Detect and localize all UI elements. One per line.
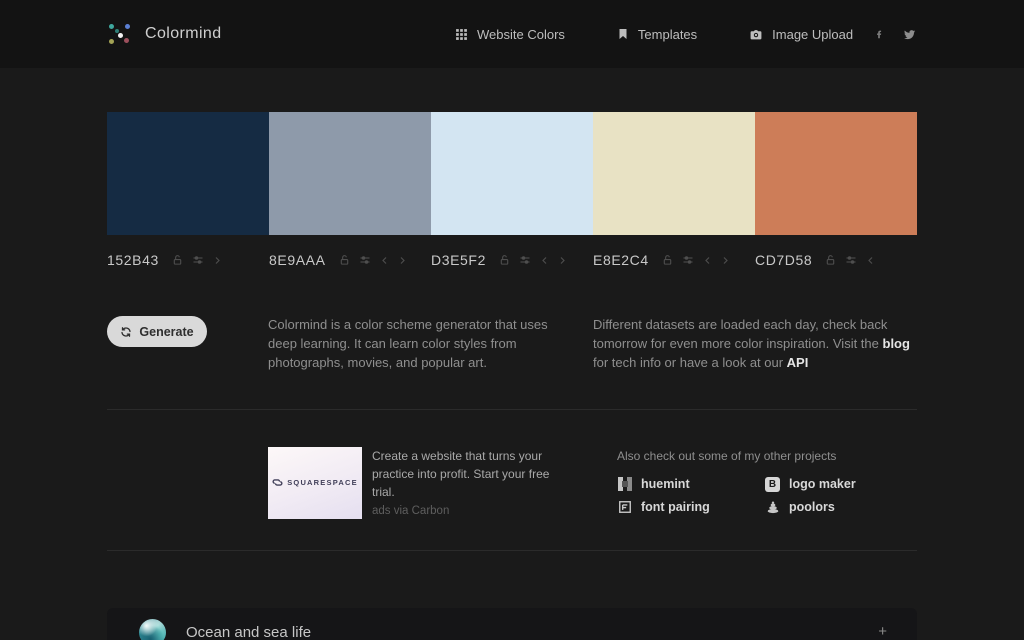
swatch-1[interactable] xyxy=(107,112,269,235)
adjust-icon[interactable] xyxy=(192,254,204,266)
top-nav-bar: Colormind Website Colors Templates xyxy=(0,0,1024,68)
lock-icon[interactable] xyxy=(662,254,673,266)
adjust-icon[interactable] xyxy=(359,254,371,266)
brand-home-link[interactable]: Colormind xyxy=(107,0,222,68)
main-nav: Website Colors Templates Image Upload xyxy=(455,0,853,68)
api-link[interactable]: API xyxy=(787,355,809,370)
projects-heading: Also check out some of my other projects xyxy=(617,449,917,463)
swatch-2-controls: 8E9AAA xyxy=(269,250,431,270)
camera-icon xyxy=(749,28,763,41)
project-label: huemint xyxy=(641,477,690,491)
swatch-5-controls: CD7D58 xyxy=(755,250,917,270)
swatch-3[interactable] xyxy=(431,112,593,235)
swatch-4-controls: E8E2C4 xyxy=(593,250,755,270)
ad-copy-text[interactable]: Create a website that turns your practic… xyxy=(372,449,549,499)
datasets-text-middle: for tech info or have a look at our xyxy=(593,355,787,370)
chevron-left-icon[interactable] xyxy=(380,255,389,266)
squarespace-brand-text: SQUARESPACE xyxy=(287,478,358,487)
ad-attribution-link[interactable]: ads via Carbon xyxy=(372,503,572,520)
sphere-icon xyxy=(139,619,166,640)
swatch-5[interactable] xyxy=(755,112,917,235)
logo-maker-icon: B xyxy=(765,477,780,492)
ad-and-projects-section: SQUARESPACE Create a website that turns … xyxy=(107,447,917,520)
chevron-left-icon[interactable] xyxy=(866,255,875,266)
intro-text: Colormind is a color scheme generator th… xyxy=(268,316,562,373)
theme-card-ocean[interactable]: Ocean and sea life + xyxy=(107,608,917,640)
colormind-logo-icon xyxy=(107,21,133,47)
social-links xyxy=(874,0,917,68)
font-pairing-icon xyxy=(617,500,632,515)
swatch-2[interactable] xyxy=(269,112,431,235)
swatch-5-hex[interactable]: CD7D58 xyxy=(755,252,812,268)
nav-website-colors[interactable]: Website Colors xyxy=(455,27,565,42)
chevron-right-icon[interactable] xyxy=(398,255,407,266)
brand-name: Colormind xyxy=(145,25,222,43)
ad-copy-block: Create a website that turns your practic… xyxy=(372,447,572,520)
project-huemint[interactable]: huemint xyxy=(617,477,765,492)
nav-image-upload-label: Image Upload xyxy=(772,27,853,42)
generate-button[interactable]: Generate xyxy=(107,316,207,347)
project-poolors[interactable]: poolors xyxy=(765,500,913,515)
project-label: poolors xyxy=(789,500,835,514)
blog-link[interactable]: blog xyxy=(883,336,910,351)
grid-icon xyxy=(455,28,468,41)
expand-plus-button[interactable]: + xyxy=(878,623,887,640)
divider xyxy=(107,409,917,410)
nav-website-colors-label: Website Colors xyxy=(477,27,565,42)
lock-icon[interactable] xyxy=(339,254,350,266)
swatch-4[interactable] xyxy=(593,112,755,235)
swatch-4-hex[interactable]: E8E2C4 xyxy=(593,252,649,268)
swatch-3-hex[interactable]: D3E5F2 xyxy=(431,252,486,268)
project-label: font pairing xyxy=(641,500,710,514)
generate-button-label: Generate xyxy=(139,325,193,339)
swatch-1-hex[interactable]: 152B43 xyxy=(107,252,159,268)
squarespace-icon xyxy=(272,477,283,488)
adjust-icon[interactable] xyxy=(519,254,531,266)
bookmark-icon xyxy=(617,27,629,41)
color-palette xyxy=(107,112,917,235)
refresh-icon xyxy=(120,326,132,338)
swatch-labels-row: 152B43 8E9AAA D3E5F2 E8E2C4 xyxy=(107,250,917,270)
lock-icon[interactable] xyxy=(499,254,510,266)
about-section: Generate Colormind is a color scheme gen… xyxy=(107,316,917,373)
project-label: logo maker xyxy=(789,477,856,491)
nav-templates[interactable]: Templates xyxy=(617,27,697,42)
squarespace-ad-image[interactable]: SQUARESPACE xyxy=(268,447,362,519)
chevron-right-icon[interactable] xyxy=(558,255,567,266)
chevron-left-icon[interactable] xyxy=(703,255,712,266)
twitter-icon[interactable] xyxy=(902,28,917,41)
theme-card-title: Ocean and sea life xyxy=(186,624,311,640)
lock-icon[interactable] xyxy=(825,254,836,266)
project-font-pairing[interactable]: font pairing xyxy=(617,500,765,515)
huemint-icon xyxy=(617,477,632,492)
datasets-text: Different datasets are loaded each day, … xyxy=(593,316,923,373)
chevron-right-icon[interactable] xyxy=(213,255,222,266)
chevron-right-icon[interactable] xyxy=(721,255,730,266)
chevron-left-icon[interactable] xyxy=(540,255,549,266)
adjust-icon[interactable] xyxy=(845,254,857,266)
swatch-2-hex[interactable]: 8E9AAA xyxy=(269,252,326,268)
poolors-icon xyxy=(765,500,780,515)
swatch-1-controls: 152B43 xyxy=(107,250,269,270)
facebook-icon[interactable] xyxy=(874,27,884,42)
divider xyxy=(107,550,917,551)
swatch-3-controls: D3E5F2 xyxy=(431,250,593,270)
other-projects: Also check out some of my other projects… xyxy=(617,447,917,520)
nav-image-upload[interactable]: Image Upload xyxy=(749,27,853,42)
adjust-icon[interactable] xyxy=(682,254,694,266)
datasets-text-before: Different datasets are loaded each day, … xyxy=(593,317,887,351)
nav-templates-label: Templates xyxy=(638,27,697,42)
lock-icon[interactable] xyxy=(172,254,183,266)
project-logo-maker[interactable]: B logo maker xyxy=(765,477,913,492)
